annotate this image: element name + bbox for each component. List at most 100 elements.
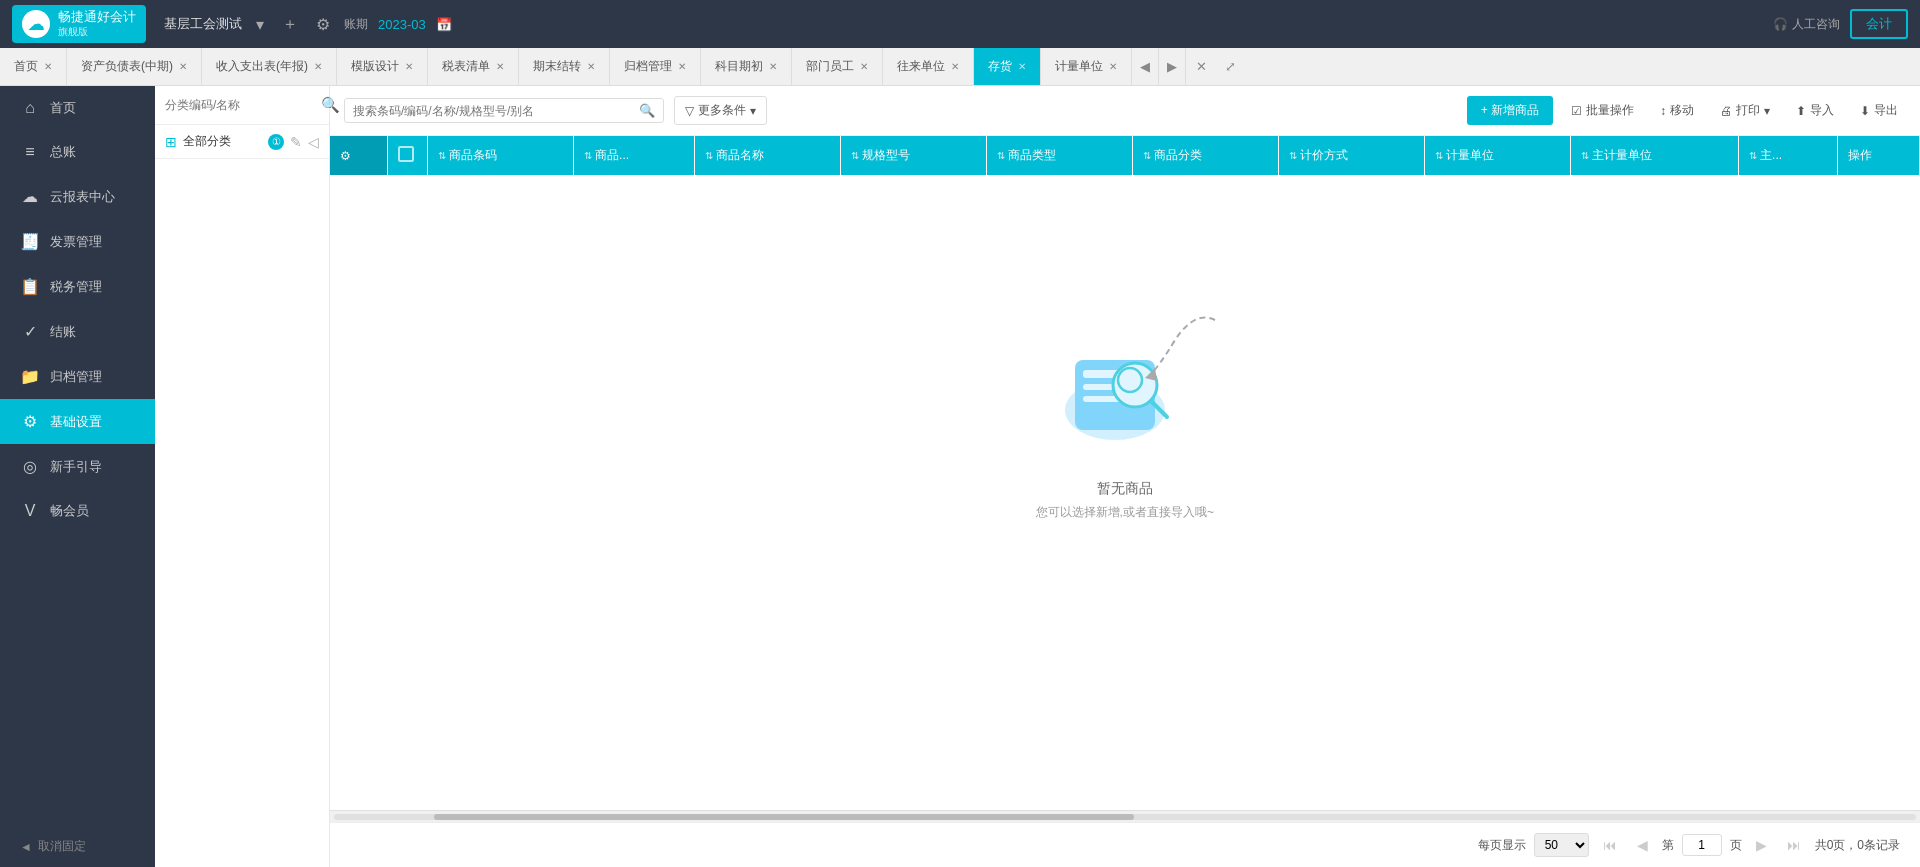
per-page-select[interactable]: 50 10 20 100 [1534, 833, 1589, 857]
tab-balance-sheet[interactable]: 资产负债表(中期) ✕ [67, 48, 202, 85]
col-settings[interactable]: ⚙ [330, 136, 388, 175]
tab-scroll-left[interactable]: ◀ [1132, 48, 1159, 85]
period-label: 账期 [344, 16, 368, 33]
import-icon: ⬆ [1796, 104, 1806, 118]
tab-income-close[interactable]: ✕ [314, 61, 322, 72]
category-search-input[interactable] [165, 98, 315, 112]
sidebar-item-tax[interactable]: 📋 税务管理 [0, 264, 155, 309]
tab-contacts-close[interactable]: ✕ [951, 61, 959, 72]
filter-btn[interactable]: ▽ 更多条件 ▾ [674, 96, 767, 125]
tab-subject-initial[interactable]: 科目期初 ✕ [701, 48, 792, 85]
grid-icon[interactable]: ⊞ [165, 134, 177, 150]
col-code[interactable]: 商品... [574, 136, 695, 175]
import-btn[interactable]: ⬆ 导入 [1788, 98, 1842, 123]
filter-chevron: ▾ [750, 104, 756, 118]
sidebar-item-settings[interactable]: ⚙ 基础设置 [0, 399, 155, 444]
tab-bar: 首页 ✕ 资产负债表(中期) ✕ 收入支出表(年报) ✕ 模版设计 ✕ 税表清单… [0, 48, 1920, 86]
print-dropdown[interactable]: ▾ [1764, 104, 1770, 118]
page-suffix: 页 [1730, 837, 1742, 854]
sidebar-item-member[interactable]: V 畅会员 [0, 489, 155, 533]
empty-title: 暂无商品 [1097, 480, 1153, 498]
empty-illustration [975, 290, 1275, 470]
scrollbar-track [334, 814, 1916, 820]
category-all-label: 全部分类 [183, 133, 262, 150]
add-tab-btn[interactable]: ＋ [278, 14, 302, 35]
tab-archive-close[interactable]: ✕ [678, 61, 686, 72]
sidebar-item-reports[interactable]: ☁ 云报表中心 [0, 174, 155, 219]
batch-btn[interactable]: ☑ 批量操作 [1563, 98, 1642, 123]
scrollbar-thumb[interactable] [434, 814, 1134, 820]
category-header: ⊞ 全部分类 ① ✎ ◁ [155, 125, 329, 159]
page-input[interactable] [1682, 834, 1722, 856]
tab-home-label: 首页 [14, 58, 38, 75]
tab-home-close[interactable]: ✕ [44, 61, 52, 72]
export-icon: ⬇ [1860, 104, 1870, 118]
tab-department-close[interactable]: ✕ [860, 61, 868, 72]
settings-btn[interactable]: ⚙ [312, 15, 334, 34]
export-btn[interactable]: ⬇ 导出 [1852, 98, 1906, 123]
col-unit[interactable]: 计量单位 [1425, 136, 1571, 175]
col-barcode[interactable]: 商品条码 [428, 136, 574, 175]
tab-period-transfer[interactable]: 期末结转 ✕ [519, 48, 610, 85]
tab-unit[interactable]: 计量单位 ✕ [1041, 48, 1132, 85]
product-search-icon[interactable]: 🔍 [639, 103, 655, 118]
page-first-btn[interactable]: ⏮ [1597, 835, 1623, 855]
tab-subject-close[interactable]: ✕ [769, 61, 777, 72]
page-prev-btn[interactable]: ◀ [1631, 835, 1654, 855]
col-spec[interactable]: 规格型号 [840, 136, 986, 175]
col-pricing[interactable]: 计价方式 [1278, 136, 1424, 175]
sidebar-item-checkout[interactable]: ✓ 结账 [0, 309, 155, 354]
page-label: 第 [1662, 837, 1674, 854]
tab-contacts-label: 往来单位 [897, 58, 945, 75]
tab-income[interactable]: 收入支出表(年报) ✕ [202, 48, 337, 85]
col-category[interactable]: 商品分类 [1132, 136, 1278, 175]
print-btn[interactable]: 🖨 打印 ▾ [1712, 98, 1778, 123]
import-label: 导入 [1810, 102, 1834, 119]
category-collapse-icon[interactable]: ◁ [308, 134, 319, 150]
sidebar-cancel-fixed[interactable]: ◄ 取消固定 [0, 826, 155, 867]
account-button[interactable]: 会计 [1850, 9, 1908, 39]
tab-inventory[interactable]: 存货 ✕ [974, 48, 1041, 85]
sidebar-item-ledger[interactable]: ≡ 总账 [0, 130, 155, 174]
category-settings-icon[interactable]: ✎ [290, 134, 302, 150]
tab-balance-close[interactable]: ✕ [179, 61, 187, 72]
move-btn[interactable]: ↕ 移动 [1652, 98, 1702, 123]
calendar-icon[interactable]: 📅 [436, 17, 452, 32]
tab-inventory-close[interactable]: ✕ [1018, 61, 1026, 72]
tab-contacts[interactable]: 往来单位 ✕ [883, 48, 974, 85]
batch-label: 批量操作 [1586, 102, 1634, 119]
tab-template[interactable]: 模版设计 ✕ [337, 48, 428, 85]
tab-expand[interactable]: ⤢ [1217, 48, 1244, 85]
tab-scroll-right[interactable]: ▶ [1159, 48, 1186, 85]
tab-template-close[interactable]: ✕ [405, 61, 413, 72]
sidebar-item-archive[interactable]: 📁 归档管理 [0, 354, 155, 399]
col-main-unit[interactable]: 主计量单位 [1571, 136, 1739, 175]
ledger-icon: ≡ [20, 143, 40, 161]
col-main-abbr[interactable]: 主... [1739, 136, 1838, 175]
col-type[interactable]: 商品类型 [986, 136, 1132, 175]
sidebar-item-invoice[interactable]: 🧾 发票管理 [0, 219, 155, 264]
tab-period-close[interactable]: ✕ [587, 61, 595, 72]
page-next-btn[interactable]: ▶ [1750, 835, 1773, 855]
move-icon: ↕ [1660, 104, 1666, 118]
tab-home[interactable]: 首页 ✕ [0, 48, 67, 85]
select-all-checkbox[interactable] [398, 146, 414, 162]
horizontal-scrollbar[interactable] [330, 810, 1920, 822]
company-dropdown-btn[interactable]: ▾ [252, 15, 268, 34]
page-last-btn[interactable]: ⏭ [1781, 835, 1807, 855]
tab-tax-close[interactable]: ✕ [496, 61, 504, 72]
tab-tax[interactable]: 税表清单 ✕ [428, 48, 519, 85]
tab-close-all[interactable]: ✕ [1186, 48, 1217, 85]
tab-unit-close[interactable]: ✕ [1109, 61, 1117, 72]
tab-department[interactable]: 部门员工 ✕ [792, 48, 883, 85]
add-product-btn[interactable]: + 新增商品 [1467, 96, 1553, 125]
col-checkbox[interactable] [388, 136, 428, 175]
sidebar-item-home[interactable]: ⌂ 首页 [0, 86, 155, 130]
product-search-input[interactable] [353, 104, 633, 118]
sidebar-settings-label: 基础设置 [50, 413, 102, 431]
customer-service-btn[interactable]: 🎧 人工咨询 [1773, 16, 1840, 33]
tab-archive[interactable]: 归档管理 ✕ [610, 48, 701, 85]
category-badge[interactable]: ① [268, 134, 284, 150]
sidebar-item-guide[interactable]: ◎ 新手引导 [0, 444, 155, 489]
col-name[interactable]: 商品名称 [694, 136, 840, 175]
